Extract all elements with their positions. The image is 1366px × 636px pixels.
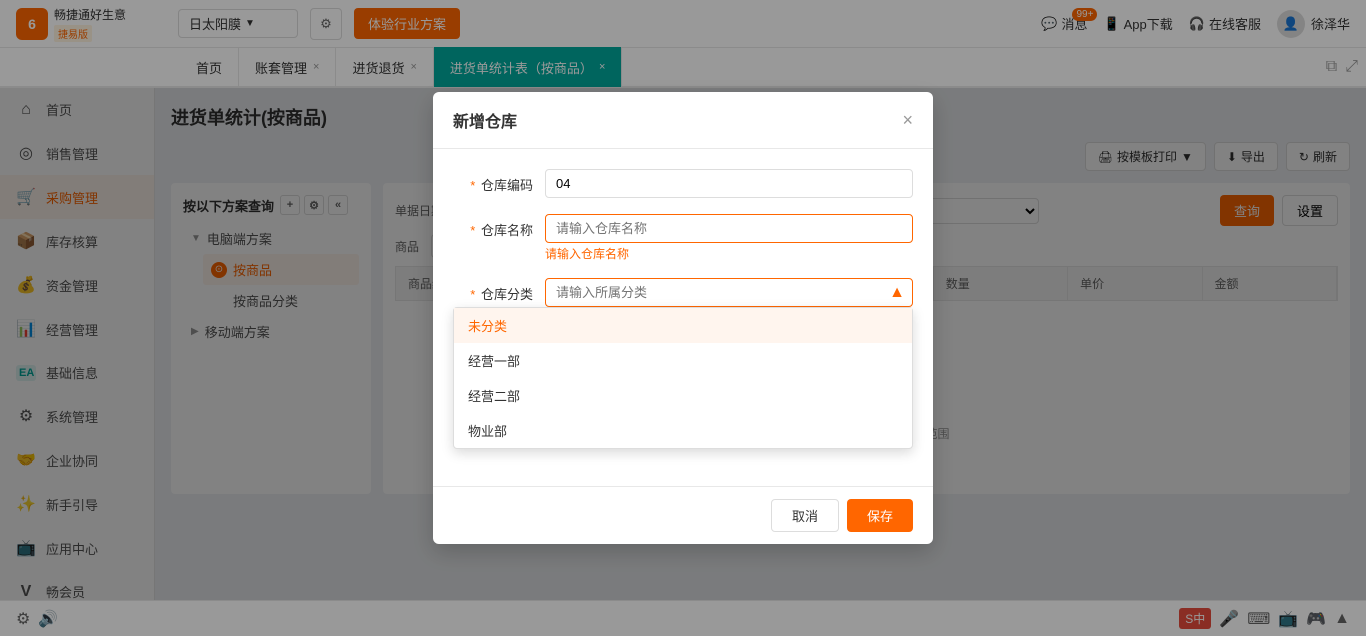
category-input-wrapper: ▲ bbox=[545, 278, 913, 307]
name-control: 请输入仓库名称 bbox=[545, 214, 913, 262]
form-row-category: * 仓库分类 ▲ 未分类 经营一部 经营二部 物业部 bbox=[453, 278, 913, 307]
dialog-add-warehouse: 新增仓库 × * 仓库编码 * 仓库名称 bbox=[433, 92, 933, 544]
dialog-header: 新增仓库 × bbox=[433, 92, 933, 149]
form-row-code: * 仓库编码 bbox=[453, 169, 913, 198]
form-row-name: * 仓库名称 请输入仓库名称 bbox=[453, 214, 913, 262]
dialog-title: 新增仓库 bbox=[453, 108, 517, 132]
cancel-button[interactable]: 取消 bbox=[771, 499, 839, 532]
code-control bbox=[545, 169, 913, 198]
category-dropdown: 未分类 经营一部 经营二部 物业部 bbox=[453, 307, 913, 449]
code-label: * 仓库编码 bbox=[453, 169, 533, 194]
dialog-body: * 仓库编码 * 仓库名称 请输入仓库名称 bbox=[433, 149, 933, 486]
name-error-msg: 请输入仓库名称 bbox=[545, 245, 913, 262]
dropdown-item-ops2[interactable]: 经营二部 bbox=[454, 378, 912, 413]
dialog-footer: 取消 保存 bbox=[433, 486, 933, 544]
category-label: * 仓库分类 bbox=[453, 278, 533, 303]
category-toggle-icon[interactable]: ▲ bbox=[889, 284, 905, 302]
category-control: ▲ 未分类 经营一部 经营二部 物业部 bbox=[545, 278, 913, 307]
code-input[interactable] bbox=[545, 169, 913, 198]
name-label: * 仓库名称 bbox=[453, 214, 533, 239]
save-button[interactable]: 保存 bbox=[847, 499, 913, 532]
dialog-close-button[interactable]: × bbox=[902, 110, 913, 131]
name-input[interactable] bbox=[545, 214, 913, 243]
dropdown-item-uncategorized[interactable]: 未分类 bbox=[454, 308, 912, 343]
modal-overlay: 新增仓库 × * 仓库编码 * 仓库名称 bbox=[0, 0, 1366, 636]
dropdown-item-property[interactable]: 物业部 bbox=[454, 413, 912, 448]
dropdown-item-ops1[interactable]: 经营一部 bbox=[454, 343, 912, 378]
category-input[interactable] bbox=[545, 278, 913, 307]
